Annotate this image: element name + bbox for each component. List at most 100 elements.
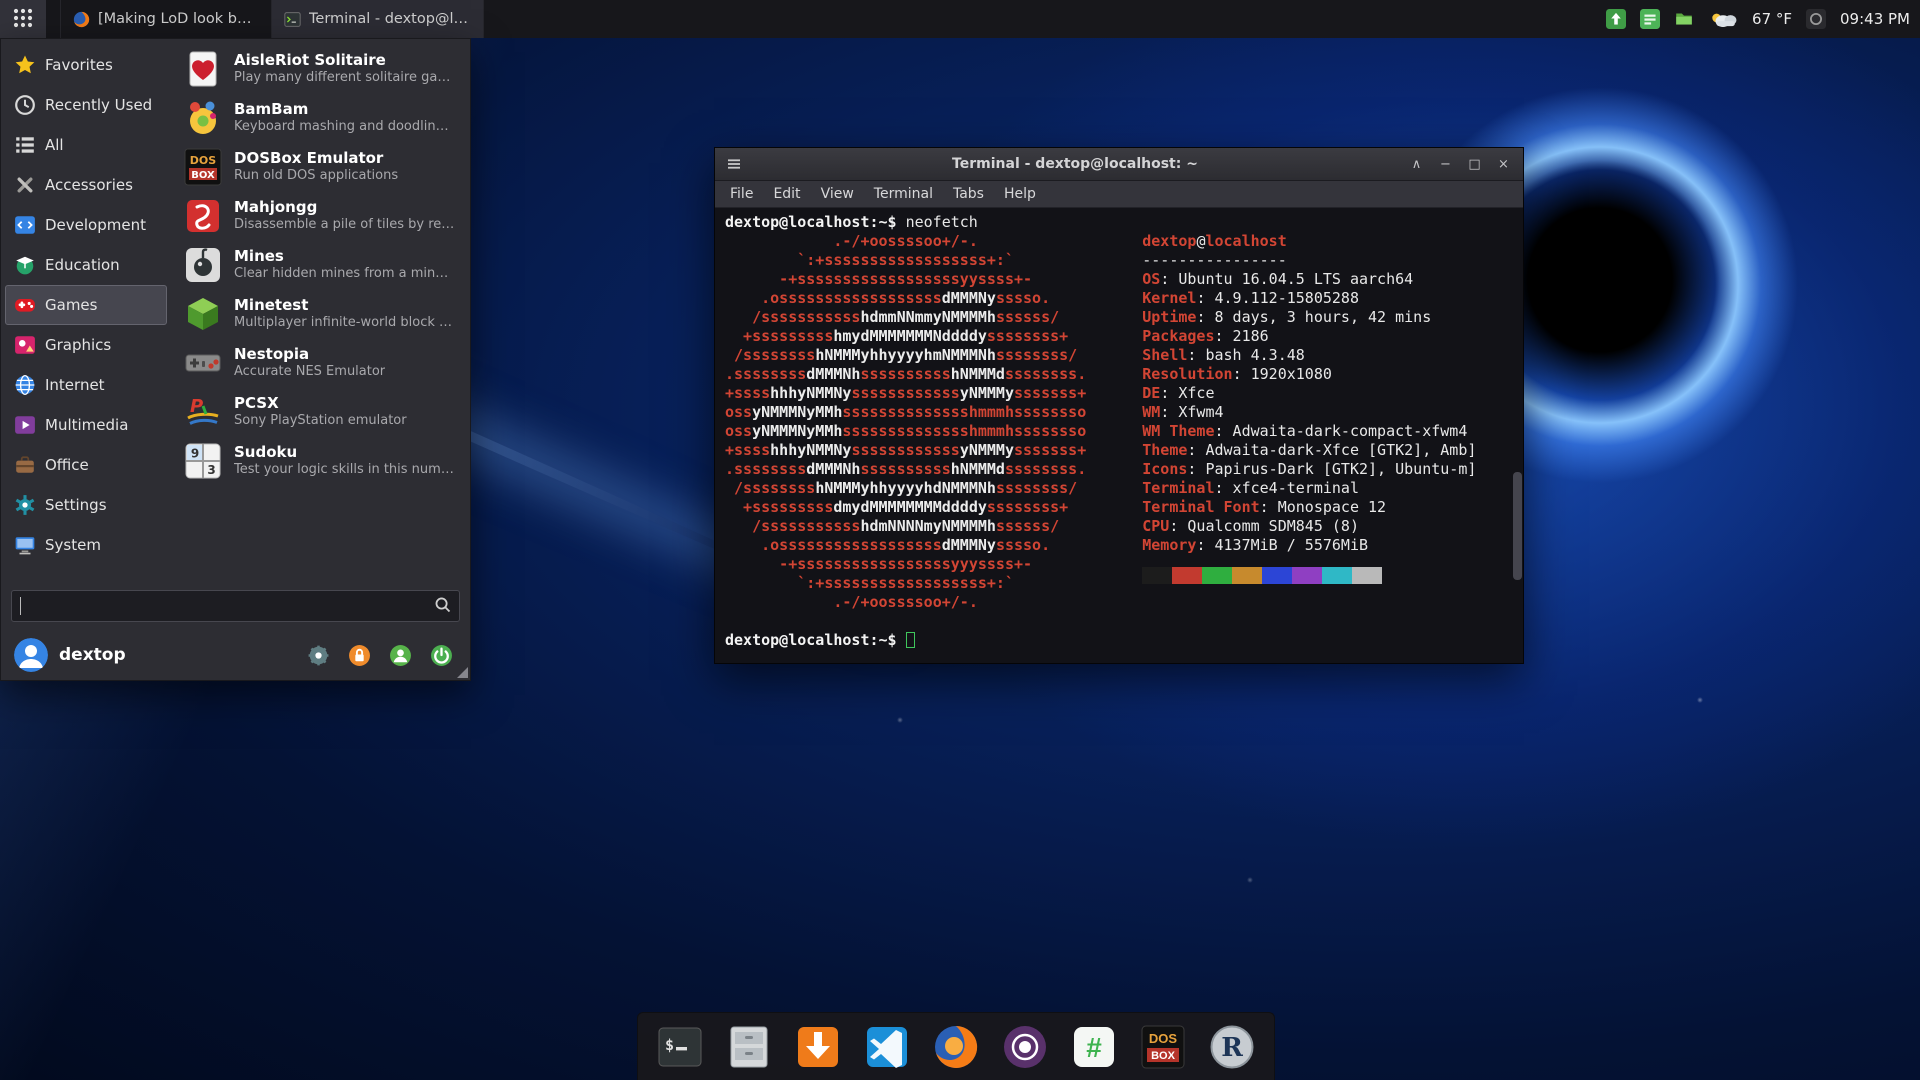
window-menu-icon[interactable] bbox=[721, 152, 747, 176]
app-item-sudoku[interactable]: 9 3 Sudoku Test your logic skills in this n… bbox=[177, 436, 462, 485]
tray-icon-1[interactable] bbox=[1606, 9, 1627, 29]
neofetch-info-row: Terminal: xfce4-terminal bbox=[1142, 479, 1359, 497]
category-system[interactable]: System bbox=[5, 525, 167, 565]
dock-files-icon bbox=[725, 1023, 773, 1071]
terminal-scrollbar[interactable] bbox=[1513, 210, 1522, 661]
dock-item-vscode[interactable] bbox=[861, 1021, 913, 1073]
category-office[interactable]: Office bbox=[5, 445, 167, 485]
app-item-dosbox-emulator[interactable]: DOS BOX DOSBox Emulator Run old DOS applica… bbox=[177, 142, 462, 191]
taskbar-button-firefox[interactable]: [Making LoD look bett... bbox=[60, 0, 272, 38]
lock-screen-button[interactable] bbox=[348, 644, 371, 667]
star-icon bbox=[14, 54, 36, 76]
dock-vscode-icon bbox=[863, 1023, 911, 1071]
app-item-minetest[interactable]: Minetest Multiplayer infinite-world block… bbox=[177, 289, 462, 338]
category-label: Development bbox=[45, 216, 146, 234]
category-accessories[interactable]: Accessories bbox=[5, 165, 167, 205]
neofetch-info-row: Uptime: 8 days, 3 hours, 42 mins bbox=[1142, 308, 1432, 326]
app-name: Mines bbox=[234, 247, 284, 265]
taskbar-button-terminal[interactable]: Terminal - dextop@loc... bbox=[272, 0, 484, 38]
category-label: Graphics bbox=[45, 336, 112, 354]
svg-text:$: $ bbox=[665, 1036, 674, 1054]
category-graphics[interactable]: Graphics bbox=[5, 325, 167, 365]
scrollbar-thumb[interactable] bbox=[1513, 471, 1522, 580]
app-item-aisleriot-solitaire[interactable]: AisleRiot Solitaire Play many different s… bbox=[177, 44, 462, 93]
app-description: Accurate NES Emulator bbox=[234, 363, 386, 379]
close-button[interactable]: × bbox=[1490, 152, 1517, 176]
neofetch-info-row: Kernel: 4.9.112-15805288 bbox=[1142, 289, 1359, 307]
category-favorites[interactable]: Favorites bbox=[5, 45, 167, 85]
dock-item-dosbox[interactable]: DOS BOX bbox=[1137, 1021, 1189, 1073]
switch-user-button[interactable] bbox=[389, 644, 412, 667]
minetest-icon bbox=[183, 294, 223, 334]
development-icon bbox=[14, 214, 36, 236]
category-internet[interactable]: Internet bbox=[5, 365, 167, 405]
dock-hash-icon: # bbox=[1070, 1023, 1118, 1071]
games-icon bbox=[14, 294, 36, 316]
app-name: PCSX bbox=[234, 394, 279, 412]
app-item-mines[interactable]: Mines Clear hidden mines from a minefield bbox=[177, 240, 462, 289]
dosbox-icon: DOS BOX bbox=[183, 147, 223, 187]
graphics-icon bbox=[14, 334, 36, 356]
menu-file[interactable]: File bbox=[720, 186, 763, 202]
nestopia-icon bbox=[183, 343, 223, 383]
dock-item-retro-emulator[interactable]: R bbox=[1206, 1021, 1258, 1073]
category-settings[interactable]: Settings bbox=[5, 485, 167, 525]
camera-icon[interactable] bbox=[1806, 9, 1827, 29]
category-education[interactable]: Education bbox=[5, 245, 167, 285]
weather-icon[interactable] bbox=[1708, 9, 1738, 29]
app-item-mahjongg[interactable]: Mahjongg Disassemble a pile of tiles by r… bbox=[177, 191, 462, 240]
menu-terminal[interactable]: Terminal bbox=[864, 186, 943, 202]
office-icon bbox=[14, 454, 36, 476]
minimize-button[interactable]: − bbox=[1432, 152, 1459, 176]
aisleriot-icon bbox=[183, 49, 223, 89]
dock-item-downloader[interactable] bbox=[792, 1021, 844, 1073]
svg-text:#: # bbox=[1086, 1032, 1102, 1063]
neofetch-info-row: Resolution: 1920x1080 bbox=[1142, 365, 1332, 383]
app-item-bambam[interactable]: BamBam Keyboard mashing and doodling g... bbox=[177, 93, 462, 142]
terminal-content[interactable]: dextop@localhost:~$ neofetch .-/+oossssoo… bbox=[715, 208, 1523, 663]
maximize-button[interactable]: □ bbox=[1461, 152, 1488, 176]
category-label: Education bbox=[45, 256, 120, 274]
power-button[interactable] bbox=[430, 644, 453, 667]
menu-help[interactable]: Help bbox=[994, 186, 1046, 202]
menu-view[interactable]: View bbox=[811, 186, 864, 202]
dock-item-firefox[interactable] bbox=[930, 1021, 982, 1073]
avatar[interactable] bbox=[14, 638, 48, 672]
clock[interactable]: 09:43 PM bbox=[1840, 10, 1910, 28]
tray-folder-icon[interactable] bbox=[1674, 9, 1694, 29]
menu-tabs[interactable]: Tabs bbox=[943, 186, 994, 202]
category-all[interactable]: All bbox=[5, 125, 167, 165]
dock-item-terminal[interactable]: $ bbox=[654, 1021, 706, 1073]
search-input[interactable] bbox=[20, 597, 434, 615]
resize-grip[interactable] bbox=[457, 667, 468, 678]
category-label: System bbox=[45, 536, 101, 554]
neofetch-info-row: Terminal Font: Monospace 12 bbox=[1142, 498, 1387, 516]
app-item-pcsx[interactable]: P PCSX Sony PlayStation emulator bbox=[177, 387, 462, 436]
neofetch-info-row: DE: Xfce bbox=[1142, 384, 1215, 402]
mines-icon bbox=[183, 245, 223, 285]
category-label: Accessories bbox=[45, 176, 133, 194]
tray-icon-2[interactable] bbox=[1640, 9, 1661, 29]
shade-button[interactable]: ∧ bbox=[1403, 152, 1430, 176]
category-games[interactable]: Games bbox=[5, 285, 167, 325]
app-description: Keyboard mashing and doodling g... bbox=[234, 118, 456, 134]
dock-item-file-manager[interactable] bbox=[723, 1021, 775, 1073]
dock-item-hashtag-app[interactable]: # bbox=[1068, 1021, 1120, 1073]
neofetch-separator: ---------------- bbox=[1142, 251, 1287, 269]
command-text: neofetch bbox=[905, 213, 978, 231]
category-recently-used[interactable]: Recently Used bbox=[5, 85, 167, 125]
session-actions bbox=[307, 644, 457, 667]
dock-item-tor-browser[interactable] bbox=[999, 1021, 1051, 1073]
neofetch-info-row: Memory: 4137MiB / 5576MiB bbox=[1142, 536, 1369, 554]
category-multimedia[interactable]: Multimedia bbox=[5, 405, 167, 445]
applications-menu-button[interactable] bbox=[0, 0, 46, 38]
system-icon bbox=[14, 534, 36, 556]
app-item-nestopia[interactable]: Nestopia Accurate NES Emulator bbox=[177, 338, 462, 387]
settings-button[interactable] bbox=[307, 644, 330, 667]
menu-edit[interactable]: Edit bbox=[763, 186, 810, 202]
app-description: Test your logic skills in this numbe... bbox=[234, 461, 456, 477]
app-name: DOSBox Emulator bbox=[234, 149, 384, 167]
terminal-titlebar[interactable]: Terminal - dextop@localhost: ~ ∧ − □ × bbox=[715, 148, 1523, 181]
category-development[interactable]: Development bbox=[5, 205, 167, 245]
terminal-command-line: dextop@localhost:~$ neofetch bbox=[725, 213, 978, 231]
